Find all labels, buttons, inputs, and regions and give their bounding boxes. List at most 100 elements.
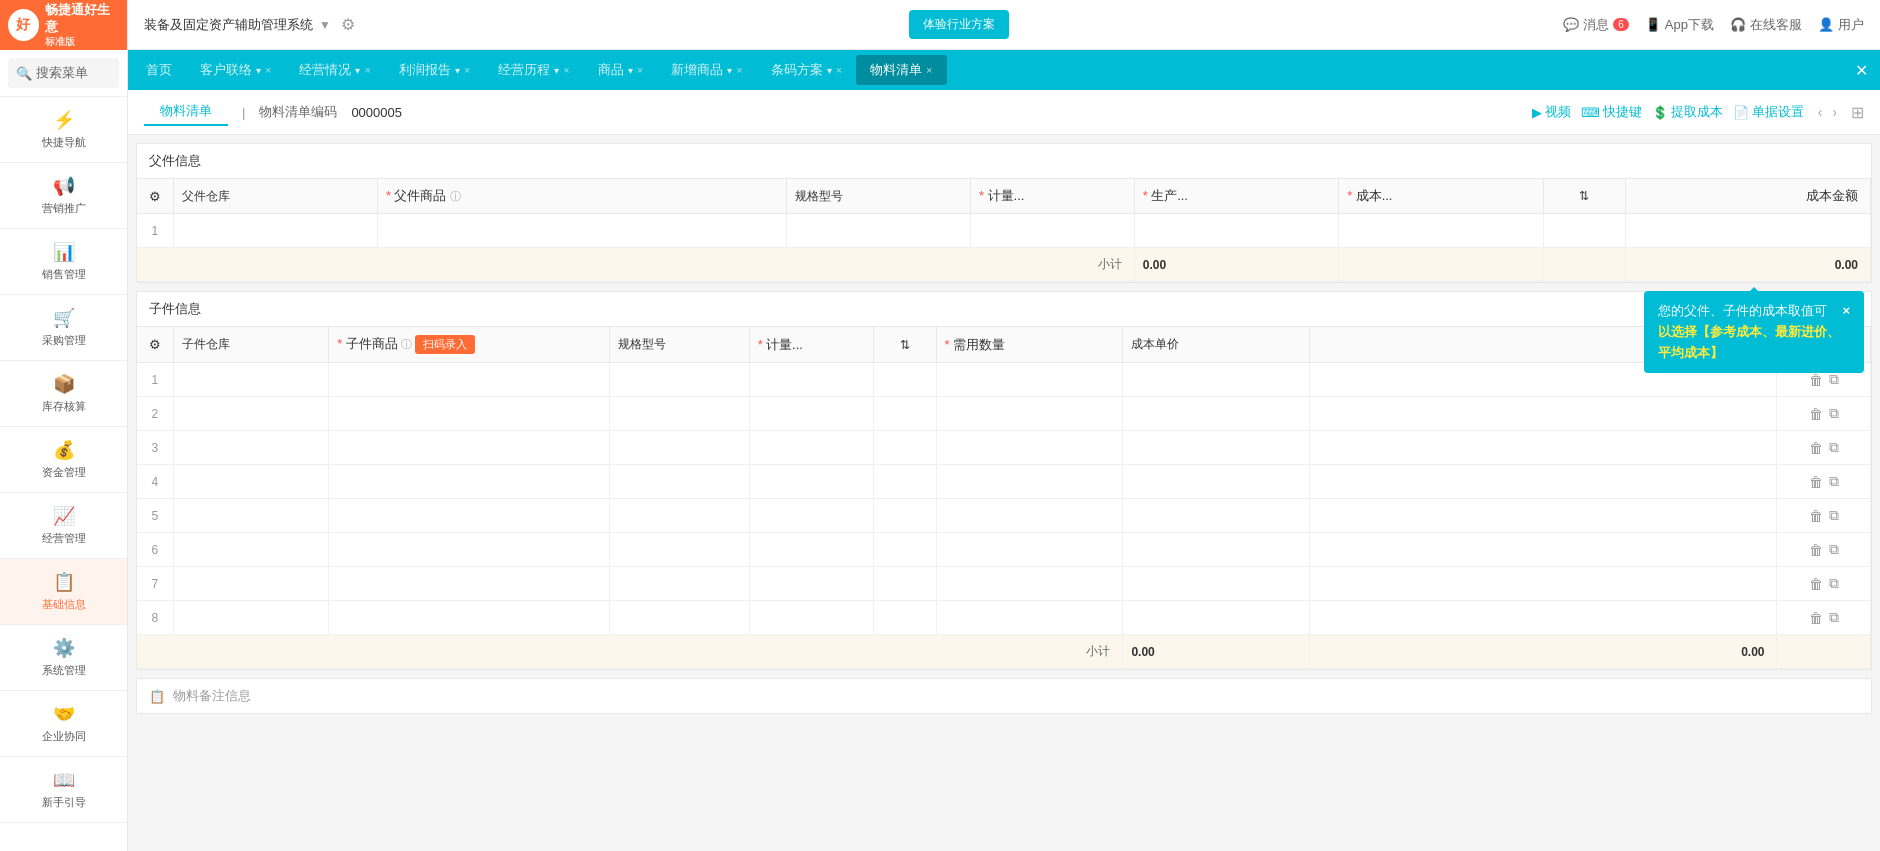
app-download-action[interactable]: 📱 App下载 — [1645, 16, 1714, 34]
child-unit-cell[interactable] — [749, 363, 874, 397]
sidebar-item-guide[interactable]: 📖 新手引导 — [0, 757, 127, 823]
online-service-action[interactable]: 🎧 在线客服 — [1730, 16, 1802, 34]
message-action[interactable]: 💬 消息 6 — [1563, 16, 1629, 34]
child-unit-cost-cell[interactable] — [1123, 465, 1310, 499]
child-goods-cell[interactable] — [329, 499, 609, 533]
copy-icon[interactable]: ⧉ — [1829, 541, 1839, 558]
delete-icon[interactable]: 🗑 — [1809, 576, 1823, 592]
col-settings-child[interactable]: ⚙ — [137, 327, 173, 363]
child-warehouse-cell[interactable] — [173, 397, 329, 431]
delete-icon[interactable]: 🗑 — [1809, 440, 1823, 456]
child-goods-cell[interactable] — [329, 601, 609, 635]
tab-customer[interactable]: 客户联络 ▾ × — [186, 55, 285, 85]
tab-bom[interactable]: 物料清单 × — [856, 55, 946, 85]
child-warehouse-cell[interactable] — [173, 465, 329, 499]
copy-icon[interactable]: ⧉ — [1829, 473, 1839, 490]
child-qty-cell[interactable] — [936, 431, 1123, 465]
child-goods-cell[interactable] — [329, 397, 609, 431]
sidebar-item-operations[interactable]: 📈 经营管理 — [0, 493, 127, 559]
sidebar-item-marketing[interactable]: 📢 营销推广 — [0, 163, 127, 229]
sidebar-item-basic-info[interactable]: 📋 基础信息 — [0, 559, 127, 625]
parent-production-cell[interactable] — [1134, 214, 1339, 248]
child-goods-cell[interactable] — [329, 567, 609, 601]
child-spec-cell[interactable] — [609, 533, 749, 567]
child-spec-cell[interactable] — [609, 567, 749, 601]
child-unit-cell[interactable] — [749, 499, 874, 533]
copy-icon[interactable]: ⧉ — [1829, 371, 1839, 388]
tab-profit[interactable]: 利润报告 ▾ × — [385, 55, 484, 85]
child-goods-cell[interactable] — [329, 363, 609, 397]
child-warehouse-cell[interactable] — [173, 363, 329, 397]
sidebar-item-finance[interactable]: 💰 资金管理 — [0, 427, 127, 493]
sidebar-item-quick-nav[interactable]: ⚡ 快捷导航 — [0, 97, 127, 163]
child-goods-cell[interactable] — [329, 465, 609, 499]
shortcut-button[interactable]: ⌨ 快捷键 — [1581, 103, 1642, 121]
sidebar-item-purchase[interactable]: 🛒 采购管理 — [0, 295, 127, 361]
child-spec-cell[interactable] — [609, 363, 749, 397]
tooltip-close-button[interactable]: × — [1842, 301, 1850, 322]
child-qty-cell[interactable] — [936, 533, 1123, 567]
next-arrow-icon[interactable]: › — [1828, 102, 1841, 122]
child-warehouse-cell[interactable] — [173, 601, 329, 635]
child-unit-cell[interactable] — [749, 533, 874, 567]
tab-home[interactable]: 首页 — [132, 55, 186, 85]
tab-close-icon[interactable]: × — [464, 64, 470, 76]
child-goods-cell[interactable] — [329, 533, 609, 567]
tab-journey[interactable]: 经营历程 ▾ × — [484, 55, 583, 85]
trial-button[interactable]: 体验行业方案 — [909, 10, 1009, 39]
parent-warehouse-cell[interactable] — [173, 214, 378, 248]
parent-goods-cell[interactable] — [378, 214, 787, 248]
sidebar-item-enterprise[interactable]: 🤝 企业协同 — [0, 691, 127, 757]
child-spec-cell[interactable] — [609, 465, 749, 499]
child-unit-cost-cell[interactable] — [1123, 499, 1310, 533]
child-unit-cell[interactable] — [749, 567, 874, 601]
child-unit-cost-cell[interactable] — [1123, 533, 1310, 567]
tab-new-goods[interactable]: 新增商品 ▾ × — [657, 55, 756, 85]
delete-icon[interactable]: 🗑 — [1809, 406, 1823, 422]
tab-close-icon[interactable]: × — [836, 64, 842, 76]
copy-icon[interactable]: ⧉ — [1829, 439, 1839, 456]
child-goods-cell[interactable] — [329, 431, 609, 465]
child-unit-cost-cell[interactable] — [1123, 397, 1310, 431]
child-spec-cell[interactable] — [609, 601, 749, 635]
parent-cost-cell[interactable] — [1339, 214, 1544, 248]
sidebar-item-system[interactable]: ⚙️ 系统管理 — [0, 625, 127, 691]
child-unit-cost-cell[interactable] — [1123, 431, 1310, 465]
tab-close-icon[interactable]: × — [736, 64, 742, 76]
delete-icon[interactable]: 🗑 — [1809, 508, 1823, 524]
extract-cost-button[interactable]: 💲 提取成本 — [1652, 103, 1723, 121]
child-spec-cell[interactable] — [609, 431, 749, 465]
child-unit-cell[interactable] — [749, 431, 874, 465]
tab-barcode[interactable]: 条码方案 ▾ × — [757, 55, 856, 85]
child-qty-cell[interactable] — [936, 567, 1123, 601]
user-action[interactable]: 👤 用户 — [1818, 16, 1864, 34]
child-qty-cell[interactable] — [936, 465, 1123, 499]
delete-icon[interactable]: 🗑 — [1809, 610, 1823, 626]
child-unit-cell[interactable] — [749, 465, 874, 499]
tab-close-icon[interactable]: × — [926, 64, 932, 76]
tab-close-icon[interactable]: × — [265, 64, 271, 76]
grid-view-icon[interactable]: ⊞ — [1851, 103, 1864, 122]
child-warehouse-cell[interactable] — [173, 567, 329, 601]
parent-spec-cell[interactable] — [787, 214, 971, 248]
tab-close-icon[interactable]: × — [563, 64, 569, 76]
child-warehouse-cell[interactable] — [173, 431, 329, 465]
child-qty-cell[interactable] — [936, 397, 1123, 431]
child-unit-cost-cell[interactable] — [1123, 567, 1310, 601]
tab-close-icon[interactable]: × — [364, 64, 370, 76]
sidebar-item-inventory[interactable]: 📦 库存核算 — [0, 361, 127, 427]
tab-close-icon[interactable]: × — [637, 64, 643, 76]
sub-tab-bom-list[interactable]: 物料清单 — [144, 98, 228, 126]
prev-arrow-icon[interactable]: ‹ — [1814, 102, 1827, 122]
child-spec-cell[interactable] — [609, 397, 749, 431]
child-qty-cell[interactable] — [936, 363, 1123, 397]
tab-goods[interactable]: 商品 ▾ × — [584, 55, 657, 85]
search-menu-button[interactable]: 🔍 搜索菜单 — [8, 58, 119, 88]
tab-operations-status[interactable]: 经营情况 ▾ × — [285, 55, 384, 85]
close-all-icon[interactable]: ✕ — [1855, 61, 1868, 80]
child-unit-cost-cell[interactable] — [1123, 363, 1310, 397]
col-settings-parent[interactable]: ⚙ — [137, 179, 173, 214]
delete-icon[interactable]: 🗑 — [1809, 474, 1823, 490]
parent-unit-cell[interactable] — [971, 214, 1135, 248]
copy-icon[interactable]: ⧉ — [1829, 405, 1839, 422]
